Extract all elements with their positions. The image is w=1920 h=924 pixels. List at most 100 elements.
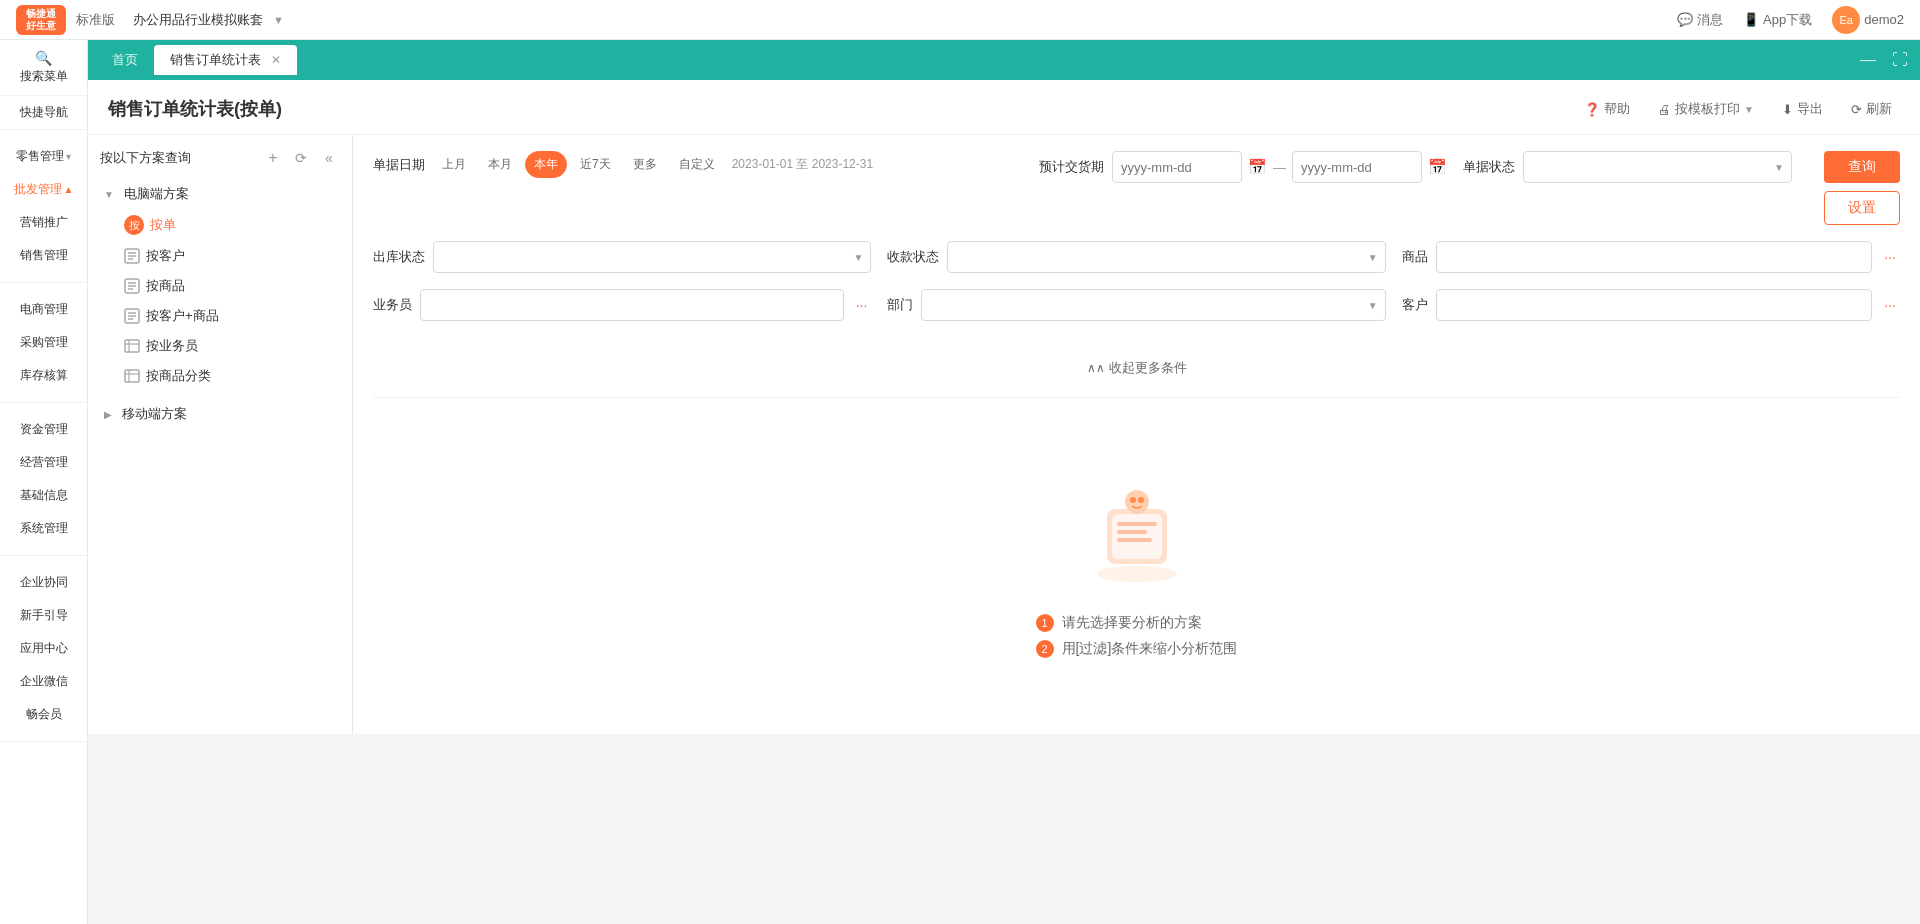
brand-label: 标准版 bbox=[76, 11, 115, 29]
svg-rect-20 bbox=[1112, 514, 1162, 559]
tab-close-icon[interactable]: ✕ bbox=[271, 53, 281, 67]
payment-status-select[interactable] bbox=[947, 241, 1385, 273]
by-customer-icon bbox=[124, 248, 140, 264]
tab-maximize-icon[interactable]: ⛶ bbox=[1888, 47, 1912, 73]
salesperson-input[interactable] bbox=[420, 289, 844, 321]
settings-button[interactable]: 设置 bbox=[1824, 191, 1900, 225]
expected-date-end[interactable] bbox=[1292, 151, 1422, 183]
message-btn[interactable]: 💬 消息 bbox=[1677, 11, 1723, 29]
order-status-label: 单据状态 bbox=[1463, 158, 1515, 176]
download-icon: 📱 bbox=[1743, 12, 1759, 27]
sidebar-item-purchase[interactable]: 采购管理 bbox=[0, 326, 87, 359]
sidebar-item-basic-info[interactable]: 基础信息 bbox=[0, 479, 87, 512]
page-actions: ❓ 帮助 🖨 按模板打印 ▼ ⬇ 导出 ⟳ bbox=[1576, 96, 1900, 122]
department-select[interactable] bbox=[921, 289, 1385, 321]
tree-expand-icon: ▼ bbox=[104, 189, 114, 200]
customer-input[interactable] bbox=[1436, 289, 1873, 321]
export-icon: ⬇ bbox=[1782, 102, 1793, 117]
panel-collapse-btn[interactable]: « bbox=[318, 147, 340, 169]
main-layout: 🔍 搜索菜单 快捷导航 零售管理 ▾ 批发管理 ▲ 营销推广 销售管理 电商 bbox=[0, 40, 1920, 924]
tree-mobile-section[interactable]: ▶ 移动端方案 bbox=[88, 399, 352, 429]
sidebar-item-operations[interactable]: 经营管理 bbox=[0, 446, 87, 479]
customer-more-btn[interactable]: ··· bbox=[1880, 297, 1900, 313]
sidebar-item-ecommerce[interactable]: 电商管理 bbox=[0, 293, 87, 326]
tab-sales-summary[interactable]: 销售订单统计表 ✕ bbox=[154, 45, 297, 75]
print-dropdown-icon[interactable]: ▼ bbox=[1744, 104, 1754, 115]
customer-label: 客户 bbox=[1402, 296, 1428, 314]
panel-add-btn[interactable]: + bbox=[262, 147, 284, 169]
print-btn[interactable]: 🖨 按模板打印 ▼ bbox=[1650, 96, 1762, 122]
order-date-filter: 单据日期 上月 本月 本年 bbox=[373, 151, 1023, 178]
goods-input[interactable] bbox=[1436, 241, 1873, 273]
action-buttons: 查询 设置 bbox=[1824, 151, 1900, 225]
filter-row-1: 单据日期 上月 本月 本年 bbox=[373, 151, 1900, 225]
refresh-btn[interactable]: ⟳ 刷新 bbox=[1843, 96, 1900, 122]
order-status-dropdown: ▼ bbox=[1523, 151, 1792, 183]
app-download-btn[interactable]: 📱 App下载 bbox=[1743, 11, 1812, 29]
export-btn[interactable]: ⬇ 导出 bbox=[1774, 96, 1831, 122]
wholesale-label: 批发管理 bbox=[14, 181, 62, 198]
logo-text: 畅捷通好生意 bbox=[26, 8, 56, 32]
sidebar-item-membership[interactable]: 畅会员 bbox=[0, 698, 87, 731]
sidebar-item-enterprise-coop[interactable]: 企业协同 bbox=[0, 566, 87, 599]
refresh-icon: ⟳ bbox=[1851, 102, 1862, 117]
tree-by-customer[interactable]: 按客户 bbox=[108, 241, 352, 271]
tree-pc-section[interactable]: ▼ 电脑端方案 bbox=[88, 179, 352, 209]
search-button[interactable]: 查询 bbox=[1824, 151, 1900, 183]
dropdown-arrow-icon[interactable]: ▼ bbox=[273, 14, 284, 26]
page-dropdown-label[interactable]: 办公用品行业模拟账套 bbox=[133, 11, 263, 29]
sidebar-item-retail[interactable]: 零售管理 ▾ bbox=[0, 140, 87, 173]
goods-more-btn[interactable]: ··· bbox=[1880, 249, 1900, 265]
sidebar-item-app-center[interactable]: 应用中心 bbox=[0, 632, 87, 665]
page-header: 销售订单统计表(按单) ❓ 帮助 🖨 按模板打印 ▼ ⬇ bbox=[88, 80, 1920, 135]
sidebar-item-marketing[interactable]: 营销推广 bbox=[0, 206, 87, 239]
salesperson-more-btn[interactable]: ··· bbox=[852, 297, 872, 313]
svg-point-25 bbox=[1130, 497, 1136, 503]
sidebar-item-sales[interactable]: 销售管理 bbox=[0, 239, 87, 272]
sidebar-item-finance[interactable]: 资金管理 bbox=[0, 413, 87, 446]
sidebar-quick-nav[interactable]: 快捷导航 bbox=[0, 96, 87, 130]
right-panel: 单据日期 上月 本月 本年 bbox=[353, 135, 1920, 734]
top-bar: 畅捷通好生意 标准版 办公用品行业模拟账套 ▼ 💬 消息 📱 App下载 Ea … bbox=[0, 0, 1920, 40]
sidebar-item-enterprise-wechat[interactable]: 企业微信 bbox=[0, 665, 87, 698]
date-tab-more[interactable]: 更多 bbox=[624, 151, 666, 178]
expected-date-start[interactable] bbox=[1112, 151, 1242, 183]
svg-rect-15 bbox=[125, 370, 139, 382]
date-tab-this-month[interactable]: 本月 bbox=[479, 151, 521, 178]
tab-minimize-icon[interactable]: — bbox=[1856, 47, 1880, 73]
order-status-select[interactable] bbox=[1523, 151, 1792, 183]
tab-home[interactable]: 首页 bbox=[96, 45, 154, 75]
date-tab-last-7days[interactable]: 近7天 bbox=[571, 151, 620, 178]
tree-by-salesperson[interactable]: 按业务员 bbox=[108, 331, 352, 361]
by-customer-goods-icon bbox=[124, 308, 140, 324]
calendar-icon-start[interactable]: 📅 bbox=[1248, 158, 1267, 176]
help-btn[interactable]: ❓ 帮助 bbox=[1576, 96, 1638, 122]
tree-by-customer-goods[interactable]: 按客户+商品 bbox=[108, 301, 352, 331]
collapse-btn[interactable]: ∧∧ 收起更多条件 bbox=[373, 351, 1900, 385]
calendar-icon-end[interactable]: 📅 bbox=[1428, 158, 1447, 176]
tree-by-goods[interactable]: 按商品 bbox=[108, 271, 352, 301]
logo: 畅捷通好生意 bbox=[16, 5, 66, 35]
date-tab-custom[interactable]: 自定义 bbox=[670, 151, 724, 178]
mobile-expand-icon: ▶ bbox=[104, 409, 112, 420]
date-tab-last-month[interactable]: 上月 bbox=[433, 151, 475, 178]
sidebar-section-3: 资金管理 经营管理 基础信息 系统管理 bbox=[0, 403, 87, 556]
sidebar-search[interactable]: 🔍 搜索菜单 bbox=[0, 40, 87, 96]
user-profile[interactable]: Ea demo2 bbox=[1832, 6, 1904, 34]
help-icon: ❓ bbox=[1584, 102, 1600, 117]
department-dropdown: ▼ bbox=[921, 289, 1385, 321]
retail-expand-icon: ▾ bbox=[66, 151, 71, 162]
date-tab-this-year[interactable]: 本年 bbox=[525, 151, 567, 178]
panel-refresh-btn[interactable]: ⟳ bbox=[290, 147, 312, 169]
sidebar-item-wholesale[interactable]: 批发管理 ▲ bbox=[0, 173, 87, 206]
salesperson-label: 业务员 bbox=[373, 296, 412, 314]
ship-status-select[interactable] bbox=[433, 241, 871, 273]
tree-by-goods-category[interactable]: 按商品分类 bbox=[108, 361, 352, 391]
sidebar-item-new-guide[interactable]: 新手引导 bbox=[0, 599, 87, 632]
payment-status-label: 收款状态 bbox=[887, 248, 939, 266]
sidebar-item-inventory[interactable]: 库存核算 bbox=[0, 359, 87, 392]
sidebar-item-system[interactable]: 系统管理 bbox=[0, 512, 87, 545]
retail-label: 零售管理 bbox=[16, 148, 64, 165]
tree-by-order[interactable]: 按 按单 bbox=[108, 209, 352, 241]
svg-rect-21 bbox=[1117, 522, 1157, 526]
